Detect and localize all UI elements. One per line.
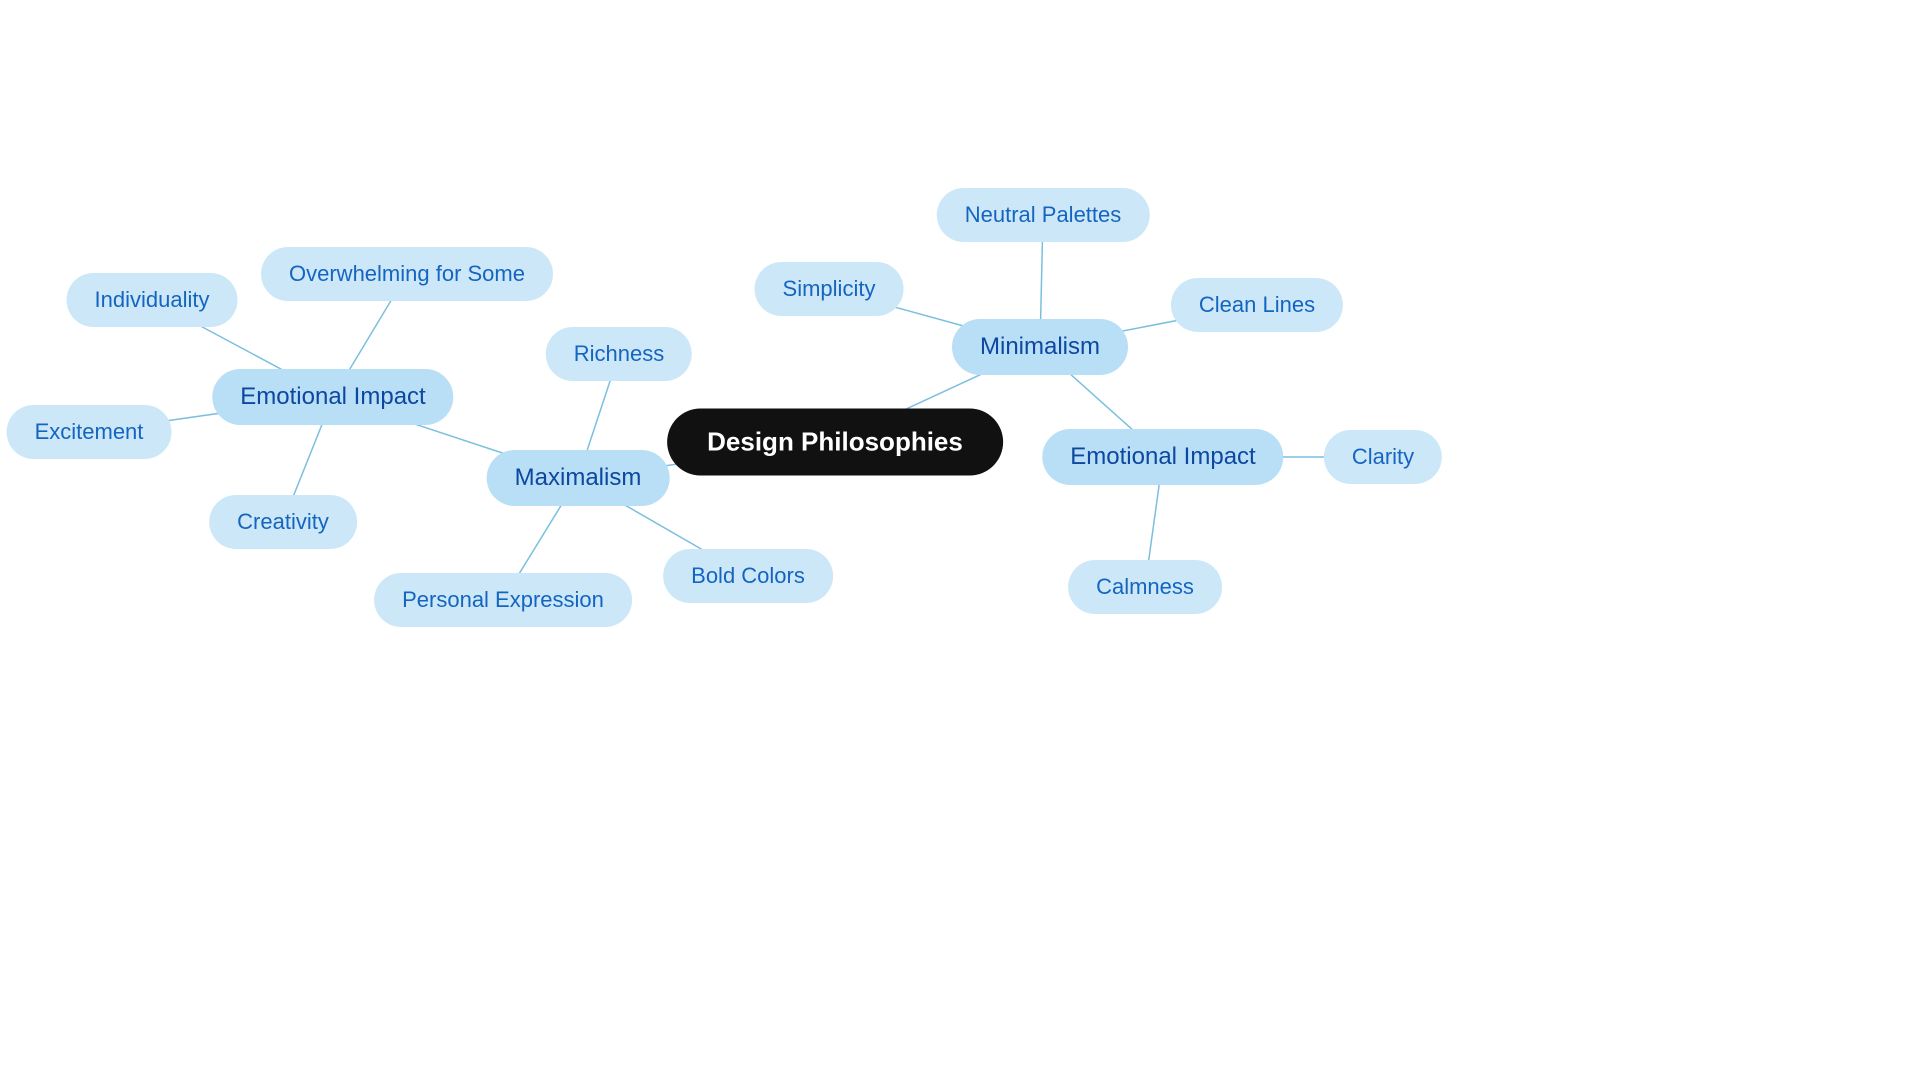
leaf-node-11[interactable]: Calmness (1068, 560, 1222, 614)
leaf-node-5[interactable]: Bold Colors (663, 549, 833, 603)
leaf-node-3[interactable]: Creativity (209, 495, 357, 549)
branch-node-emotional-impact-left[interactable]: Emotional Impact (212, 369, 453, 425)
leaf-node-0[interactable]: Overwhelming for Some (261, 247, 553, 301)
root-node[interactable]: Design Philosophies (667, 409, 1003, 476)
leaf-node-4[interactable]: Richness (546, 327, 692, 381)
branch-node-emotional-impact-right[interactable]: Emotional Impact (1042, 429, 1283, 485)
mind-map-canvas: Design PhilosophiesMaximalism Minimalism E… (0, 0, 1920, 1083)
branch-node-minimalism[interactable]: Minimalism (952, 319, 1128, 375)
leaf-node-2[interactable]: Excitement (7, 405, 172, 459)
branch-node-maximalism[interactable]: Maximalism (487, 450, 670, 506)
leaf-node-7[interactable]: Neutral Palettes (937, 188, 1150, 242)
leaf-node-8[interactable]: Simplicity (755, 262, 904, 316)
leaf-node-10[interactable]: Clarity (1324, 430, 1442, 484)
leaf-node-1[interactable]: Individuality (67, 273, 238, 327)
leaf-node-6[interactable]: Personal Expression (374, 573, 632, 627)
leaf-node-9[interactable]: Clean Lines (1171, 278, 1343, 332)
